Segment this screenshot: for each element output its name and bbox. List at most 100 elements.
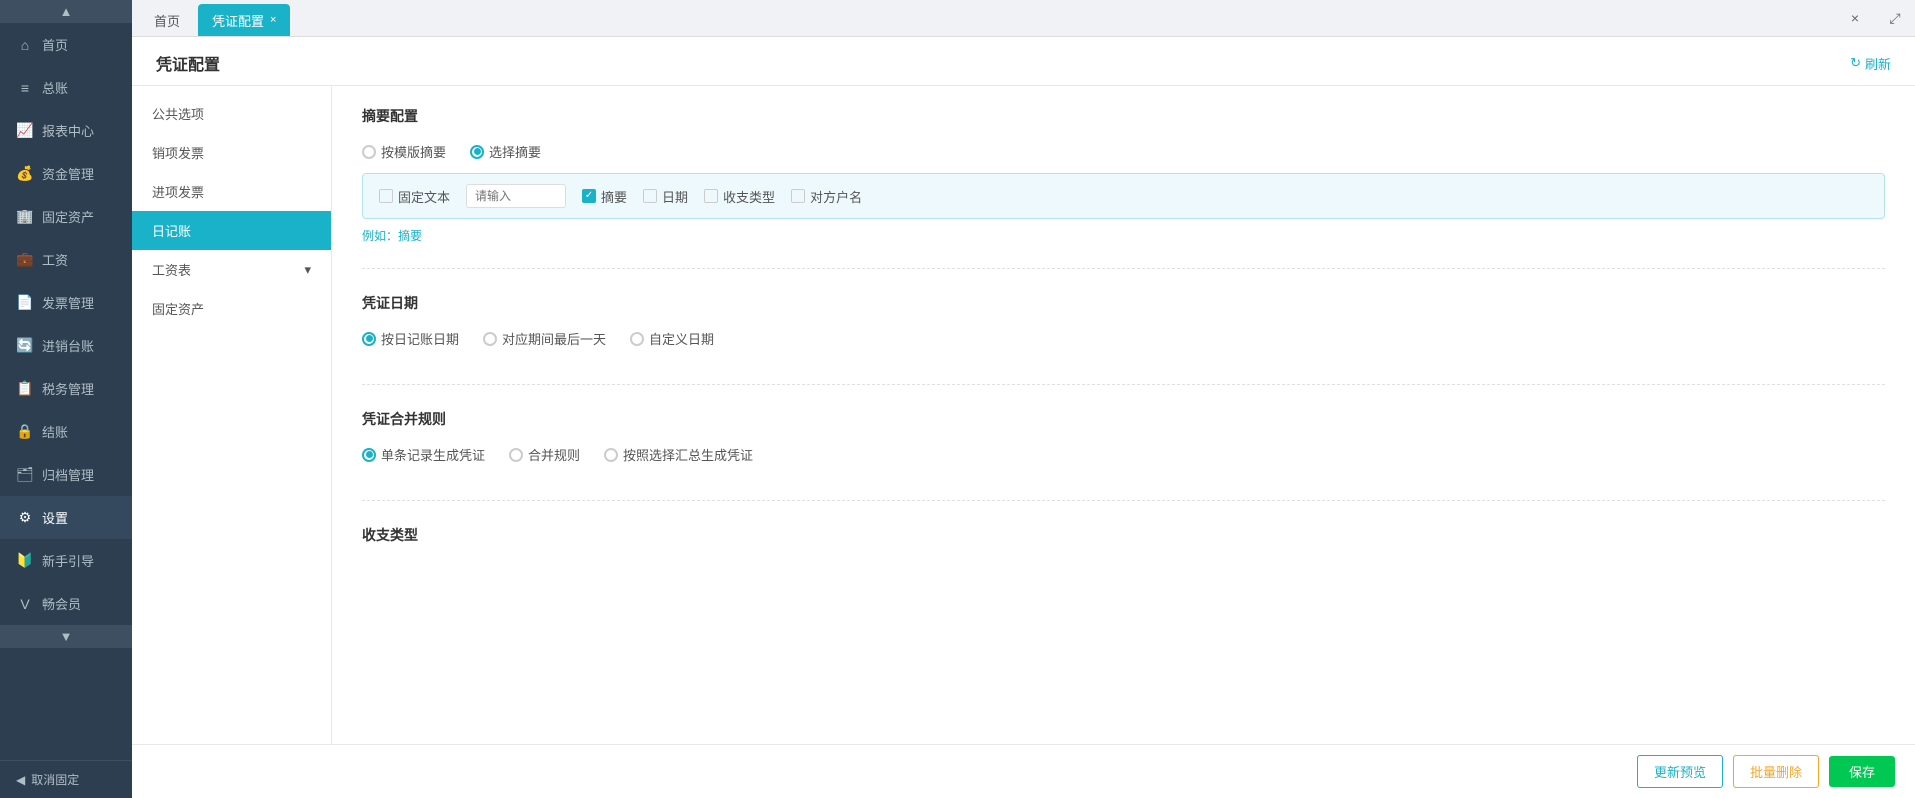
radio-circle-single [362, 448, 376, 462]
page-header: 凭证配置 ↻ 刷新 [132, 37, 1915, 86]
nav-purchase-invoice[interactable]: 进项发票 [132, 172, 331, 211]
tabs-container: 首页 凭证配置 × [132, 0, 298, 36]
abstract-checkbox-row: 固定文本 摘要 日期 收支类型 [362, 173, 1885, 219]
body-layout: 公共选项 销项发票 进项发票 日记账 工资表 ▾ 固定资产 [132, 86, 1915, 744]
abstract-section: 摘要配置 按模版摘要 选择摘要 [362, 106, 1885, 269]
checkbox-box-counterparty [791, 189, 805, 203]
nav-sales-invoice[interactable]: 销项发票 [132, 133, 331, 172]
arrow-icon: ▾ [304, 262, 311, 278]
fixed-assets-icon: 🏢 [16, 208, 34, 225]
invoice-icon: 📄 [16, 294, 34, 311]
radio-circle-aggregate [604, 448, 618, 462]
nav-salary-table[interactable]: 工资表 ▾ [132, 250, 331, 289]
closing-icon: 🔒 [16, 423, 34, 440]
maximize-window-button[interactable]: ⤢ [1875, 0, 1915, 36]
batch-delete-button[interactable]: 批量删除 [1733, 755, 1819, 788]
tax-icon: 📋 [16, 380, 34, 397]
voucher-merge-title: 凭证合并规则 [362, 409, 1885, 429]
sidebar-item-settings[interactable]: ⚙ 设置 [0, 496, 132, 539]
radio-template-abstract[interactable]: 按模版摘要 [362, 142, 446, 161]
radio-single-record[interactable]: 单条记录生成凭证 [362, 445, 485, 464]
voucher-date-radio-group: 按日记账日期 对应期间最后一天 自定义日期 [362, 329, 1885, 348]
nav-public-options[interactable]: 公共选项 [132, 94, 331, 133]
checkbox-abstract[interactable]: 摘要 [582, 187, 627, 206]
voucher-merge-section: 凭证合并规则 单条记录生成凭证 合并规则 按照选择汇总生成凭证 [362, 409, 1885, 501]
home-icon: ⌂ [16, 37, 34, 53]
radio-circle-journal-date [362, 332, 376, 346]
voucher-merge-radio-group: 单条记录生成凭证 合并规则 按照选择汇总生成凭证 [362, 445, 1885, 464]
tab-close-icon[interactable]: × [270, 14, 276, 26]
checkbox-box-fixed-text [379, 189, 393, 203]
radio-merge-rule[interactable]: 合并规则 [509, 445, 580, 464]
checkbox-box-abstract [582, 189, 596, 203]
sidebar-item-guide[interactable]: 🔰 新手引导 [0, 539, 132, 582]
sidebar: ▲ ⌂ 首页 ≡ 总账 📈 报表中心 💰 资金管理 🏢 固定资产 💼 工资 📄 … [0, 0, 132, 798]
sidebar-item-tax[interactable]: 📋 税务管理 [0, 367, 132, 410]
close-window-button[interactable]: × [1835, 0, 1875, 36]
window-controls: × ⤢ [1835, 0, 1915, 36]
refresh-button[interactable]: ↻ 刷新 [1850, 54, 1891, 73]
radio-custom-date[interactable]: 自定义日期 [630, 329, 714, 348]
archive-icon: 🗂 [16, 466, 34, 483]
radio-circle-merge [509, 448, 523, 462]
radio-circle-template [362, 145, 376, 159]
pin-icon: ◀ [16, 773, 25, 787]
left-nav: 公共选项 销项发票 进项发票 日记账 工资表 ▾ 固定资产 [132, 86, 332, 744]
sidebar-item-vip[interactable]: V 畅会员 [0, 582, 132, 625]
sidebar-item-closing[interactable]: 🔒 结账 [0, 410, 132, 453]
radio-circle-custom [630, 332, 644, 346]
sidebar-item-funds[interactable]: 💰 资金管理 [0, 152, 132, 195]
voucher-date-title: 凭证日期 [362, 293, 1885, 313]
update-preview-button[interactable]: 更新预览 [1637, 755, 1723, 788]
sidebar-item-home[interactable]: ⌂ 首页 [0, 23, 132, 66]
unpin-button[interactable]: ◀ 取消固定 [0, 760, 132, 798]
radio-last-day-of-period[interactable]: 对应期间最后一天 [483, 329, 606, 348]
sidebar-item-fixed-assets[interactable]: 🏢 固定资产 [0, 195, 132, 238]
checkbox-box-date [643, 189, 657, 203]
checkbox-date[interactable]: 日期 [643, 187, 688, 206]
refresh-icon: ↻ [1850, 55, 1861, 71]
checkbox-fixed-text[interactable]: 固定文本 [379, 187, 450, 206]
tab-bar: 首页 凭证配置 × × ⤢ [132, 0, 1915, 37]
checkbox-income-expense-type[interactable]: 收支类型 [704, 187, 775, 206]
guide-icon: 🔰 [16, 552, 34, 569]
funds-icon: 💰 [16, 165, 34, 182]
sidebar-item-invoice-mgmt[interactable]: 📄 发票管理 [0, 281, 132, 324]
radio-circle-last-day [483, 332, 497, 346]
checkbox-box-income-expense [704, 189, 718, 203]
main-area: 首页 凭证配置 × × ⤢ 凭证配置 ↻ 刷新 公共选项 [132, 0, 1915, 798]
radio-select-aggregate[interactable]: 按照选择汇总生成凭证 [604, 445, 753, 464]
income-expense-section: 收支类型 [362, 525, 1885, 585]
reports-icon: 📈 [16, 122, 34, 139]
nav-fixed-assets[interactable]: 固定资产 [132, 289, 331, 328]
fixed-text-input[interactable] [466, 184, 566, 208]
sidebar-scroll-down[interactable]: ▼ [0, 625, 132, 648]
ledger-icon: ≡ [16, 80, 34, 96]
voucher-date-section: 凭证日期 按日记账日期 对应期间最后一天 自定义日期 [362, 293, 1885, 385]
vip-icon: V [16, 596, 34, 612]
salary-icon: 💼 [16, 251, 34, 268]
radio-circle-select [470, 145, 484, 159]
settings-icon: ⚙ [16, 509, 34, 526]
bottom-bar: 更新预览 批量删除 保存 [132, 744, 1915, 798]
tab-voucher-config[interactable]: 凭证配置 × [198, 4, 290, 36]
sidebar-item-salary[interactable]: 💼 工资 [0, 238, 132, 281]
abstract-radio-group: 按模版摘要 选择摘要 [362, 142, 1885, 161]
abstract-title: 摘要配置 [362, 106, 1885, 126]
purchase-sales-icon: 🔄 [16, 337, 34, 354]
content-area: 凭证配置 ↻ 刷新 公共选项 销项发票 进项发票 日记账 [132, 37, 1915, 798]
sidebar-scroll-up[interactable]: ▲ [0, 0, 132, 23]
sidebar-item-reports[interactable]: 📈 报表中心 [0, 109, 132, 152]
right-content: 摘要配置 按模版摘要 选择摘要 [332, 86, 1915, 744]
sidebar-item-purchase-sales[interactable]: 🔄 进销台账 [0, 324, 132, 367]
page-title: 凭证配置 [156, 51, 220, 75]
tab-home[interactable]: 首页 [140, 4, 194, 36]
income-expense-title: 收支类型 [362, 525, 1885, 545]
radio-select-abstract[interactable]: 选择摘要 [470, 142, 541, 161]
save-button[interactable]: 保存 [1829, 756, 1895, 787]
checkbox-counterparty[interactable]: 对方户名 [791, 187, 862, 206]
nav-journal[interactable]: 日记账 [132, 211, 331, 250]
sidebar-item-ledger[interactable]: ≡ 总账 [0, 66, 132, 109]
sidebar-item-archive[interactable]: 🗂 归档管理 [0, 453, 132, 496]
radio-by-journal-date[interactable]: 按日记账日期 [362, 329, 459, 348]
